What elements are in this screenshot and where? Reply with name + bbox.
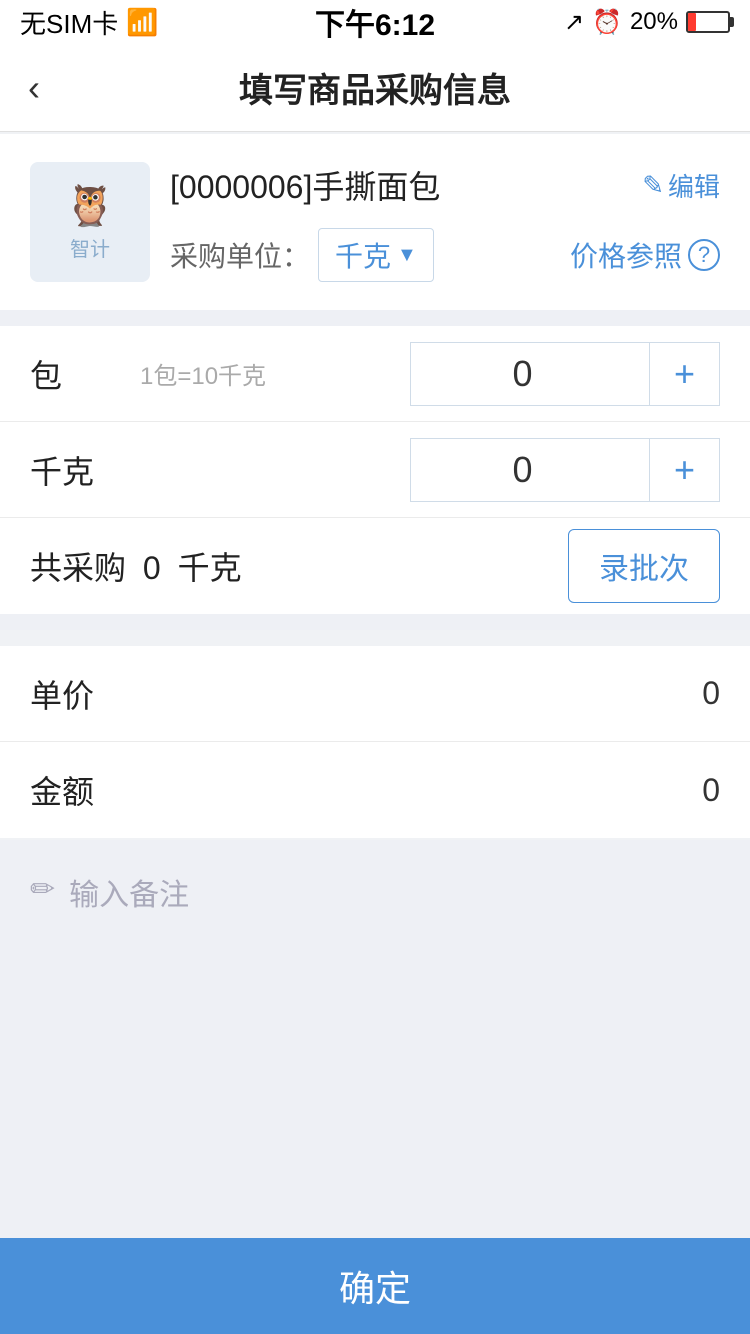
total-prefix: 共采购 (30, 550, 126, 586)
unit-value: 千克 (335, 235, 391, 275)
unit-price-label: 单价 (30, 671, 702, 717)
battery-pct: 20% (630, 8, 678, 36)
kg-quantity-input[interactable] (410, 438, 650, 502)
price-ref-button[interactable]: 价格参照 ? (570, 235, 720, 275)
remark-section[interactable]: ✏ 输入备注 (0, 840, 750, 960)
nav-bar: ‹ 填写商品采购信息 (0, 44, 750, 132)
bao-plus-button[interactable]: + (650, 342, 720, 406)
confirm-label: 确定 (339, 1260, 411, 1312)
edit-icon: ✎ (642, 170, 664, 201)
unit-select-button[interactable]: 千克 ▼ (318, 228, 434, 282)
total-label: 共采购 0 千克 (30, 543, 568, 589)
product-unit-row: 采购单位： 千克 ▼ 价格参照 ? (170, 228, 720, 282)
amount-row: 金额 0 (0, 742, 750, 838)
section-divider-1 (0, 310, 750, 326)
input-section: 包 1包=10千克 + 千克 + (0, 326, 750, 518)
owl-icon: 🦉 (65, 182, 115, 229)
dropdown-arrow-icon: ▼ (397, 244, 417, 267)
status-right: ↗ ⏰ 20% (564, 8, 730, 37)
edit-button[interactable]: ✎ 编辑 (642, 167, 720, 204)
unit-price-value: 0 (702, 675, 720, 712)
bao-label: 包 (30, 351, 130, 397)
product-name: [0000006]手撕面包 (170, 162, 440, 208)
product-info: [0000006]手撕面包 ✎ 编辑 采购单位： 千克 ▼ 价格参照 ? (170, 162, 720, 282)
alarm-icon: ⏰ (592, 8, 622, 37)
kg-input-row: 千克 + (0, 422, 750, 518)
battery-fill (688, 13, 696, 31)
remark-placeholder: 输入备注 (69, 870, 189, 914)
status-bar: 无SIM卡 📶 下午6:12 ↗ ⏰ 20% (0, 0, 750, 44)
kg-plus-button[interactable]: + (650, 438, 720, 502)
confirm-button[interactable]: 确定 (0, 1238, 750, 1334)
status-left: 无SIM卡 📶 (20, 4, 159, 41)
kg-label: 千克 (30, 447, 130, 493)
bao-input-right: + (266, 342, 720, 406)
unit-selector-group: 采购单位： 千克 ▼ (170, 228, 434, 282)
product-image-label: 智计 (70, 233, 110, 262)
amount-label: 金额 (30, 767, 702, 813)
unit-label: 采购单位： (170, 235, 310, 275)
bottom-spacer (0, 960, 750, 1260)
battery-box (686, 11, 730, 33)
back-button[interactable]: ‹ (28, 67, 40, 109)
unit-price-row: 单价 0 (0, 646, 750, 742)
total-row: 共采购 0 千克 录批次 (0, 518, 750, 614)
battery-indicator (686, 11, 730, 33)
price-ref-label: 价格参照 (570, 235, 682, 275)
section-divider-2 (0, 614, 750, 630)
product-header: [0000006]手撕面包 ✎ 编辑 (170, 162, 720, 208)
batch-button[interactable]: 录批次 (568, 529, 720, 603)
amount-value: 0 (702, 772, 720, 809)
product-card: 🦉 智计 [0000006]手撕面包 ✎ 编辑 采购单位： 千克 ▼ 价格参照 … (0, 134, 750, 310)
page-title: 填写商品采购信息 (239, 63, 511, 112)
location-icon: ↗ (564, 8, 584, 37)
wifi-icon: 📶 (126, 7, 158, 38)
pencil-icon: ✏ (30, 872, 55, 907)
bao-input-row: 包 1包=10千克 + (0, 326, 750, 422)
help-icon: ? (688, 239, 720, 271)
kg-input-right: + (130, 438, 720, 502)
bao-quantity-input[interactable] (410, 342, 650, 406)
carrier-text: 无SIM卡 (20, 4, 118, 41)
bao-sublabel: 1包=10千克 (140, 356, 266, 391)
price-section: 单价 0 金额 0 (0, 646, 750, 838)
product-image: 🦉 智计 (30, 162, 150, 282)
edit-label: 编辑 (668, 167, 720, 204)
total-value: 0 (143, 550, 161, 586)
total-suffix: 千克 (178, 550, 242, 586)
status-time: 下午6:12 (315, 0, 435, 44)
